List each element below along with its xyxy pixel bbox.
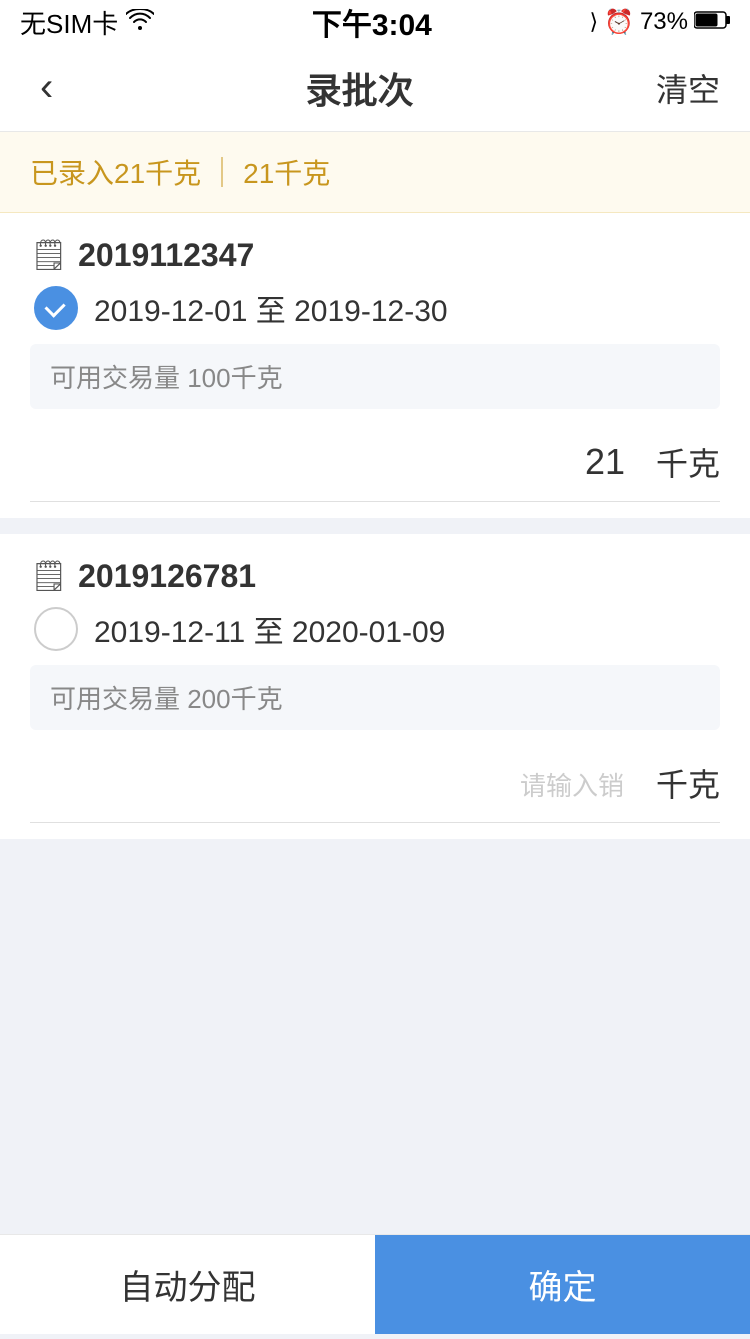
battery-icon <box>694 8 730 36</box>
batch-header-2: 🗒 2019126781 <box>30 558 720 595</box>
back-button[interactable]: ‹ <box>30 55 63 120</box>
nav-bar: ‹ 录批次 清空 <box>0 44 750 132</box>
status-left: 无SIM卡 <box>20 4 154 41</box>
batch-section-1: 🗒 2019112347 2019-12-01 至 2019-12-30 可用交… <box>0 213 750 518</box>
batch-item-1: 🗒 2019112347 2019-12-01 至 2019-12-30 <box>0 213 750 330</box>
batch-available-2: 可用交易量 200千克 <box>30 665 720 730</box>
batch-id-icon-2: 🗒 <box>30 559 68 594</box>
batch-date-1: 2019-12-01 至 2019-12-30 <box>94 286 448 330</box>
status-bar: 无SIM卡 下午3:04 ⟩ ⏰ 73% <box>0 0 750 44</box>
batch-header-1: 🗒 2019112347 <box>30 237 720 274</box>
bottom-area <box>0 839 750 1239</box>
quantity-input-2[interactable] <box>520 762 640 804</box>
batch-quantity-row-2: 千克 <box>0 744 750 822</box>
page-title: 录批次 <box>306 62 414 114</box>
status-time: 下午3:04 <box>312 0 432 44</box>
batch-id-2: 2019126781 <box>78 558 256 595</box>
batch-date-row-2: 2019-12-11 至 2020-01-09 <box>30 607 720 651</box>
battery-label: 73% <box>640 8 688 36</box>
batch-available-1: 可用交易量 100千克 <box>30 344 720 409</box>
wifi-icon <box>126 7 154 38</box>
batch-id-icon-1: 🗒 <box>30 238 68 273</box>
quantity-unit-1: 千克 <box>656 439 720 485</box>
location-icon: ⟩ <box>589 9 598 35</box>
clear-button[interactable]: 清空 <box>656 65 720 111</box>
auto-distribute-button[interactable]: 自动分配 <box>0 1235 375 1334</box>
confirm-button[interactable]: 确定 <box>375 1235 750 1334</box>
batch-date-row-1: 2019-12-01 至 2019-12-30 <box>30 286 720 330</box>
status-right: ⟩ ⏰ 73% <box>589 8 730 37</box>
section-divider <box>0 518 750 534</box>
batch-id-1: 2019112347 <box>78 237 254 274</box>
batch-radio-2[interactable] <box>34 607 78 651</box>
content-wrapper: 🗒 2019112347 2019-12-01 至 2019-12-30 可用交… <box>0 213 750 1339</box>
batch-section-2: 🗒 2019126781 2019-12-11 至 2020-01-09 可用交… <box>0 534 750 839</box>
info-banner: 已录入21千克 21千克 <box>0 132 750 213</box>
batch-date-2: 2019-12-11 至 2020-01-09 <box>94 607 445 651</box>
footer: 自动分配 确定 <box>0 1234 750 1334</box>
batch-radio-1[interactable] <box>34 286 78 330</box>
info-value: 21千克 <box>243 152 330 192</box>
batch-item-2: 🗒 2019126781 2019-12-11 至 2020-01-09 <box>0 534 750 651</box>
info-label: 已录入21千克 <box>30 152 201 192</box>
carrier-label: 无SIM卡 <box>20 4 118 41</box>
quantity-input-1[interactable] <box>520 441 640 483</box>
alarm-icon: ⏰ <box>604 8 634 37</box>
batch-quantity-row-1: 千克 <box>0 423 750 501</box>
info-divider <box>221 157 223 187</box>
quantity-unit-2: 千克 <box>656 760 720 806</box>
